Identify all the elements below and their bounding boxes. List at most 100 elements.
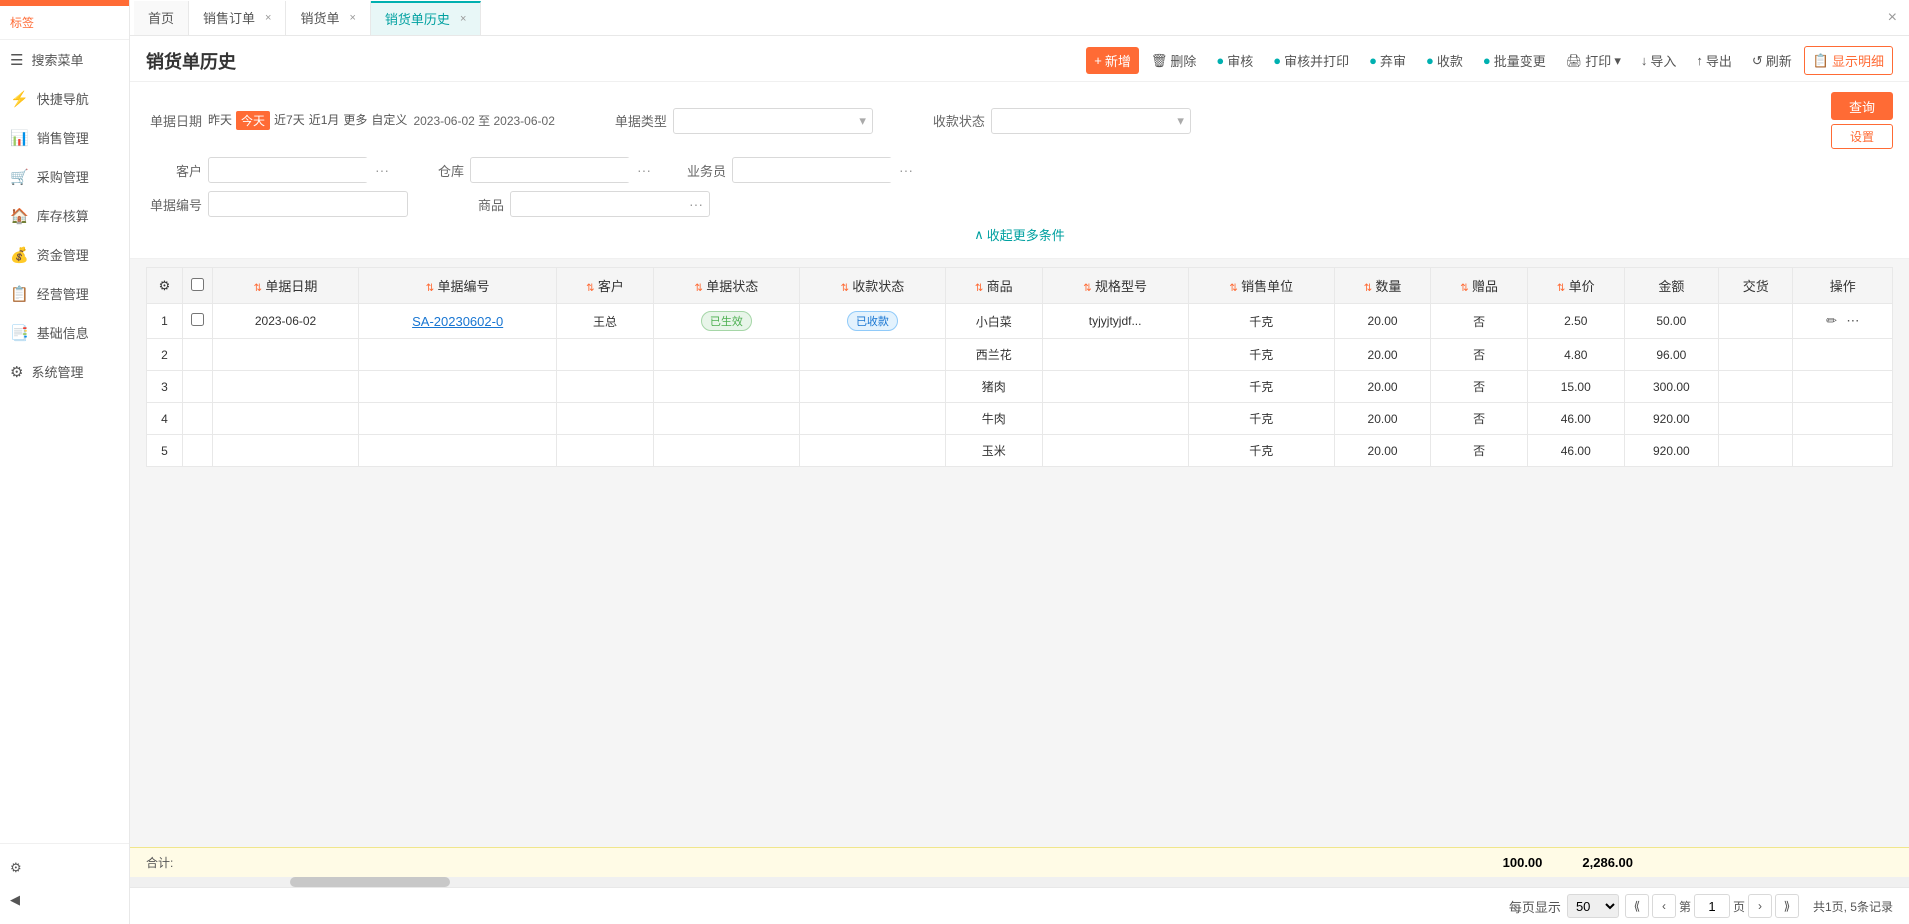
doc-type-input[interactable] [680,109,859,133]
cell-action [1793,435,1893,467]
sidebar-item-finance-mgmt[interactable]: 💰 资金管理 [0,235,129,274]
delete-button[interactable]: 🗑 删除 [1143,47,1205,74]
goods-search-icon[interactable]: ··· [689,196,703,212]
collapse-filter-btn[interactable]: ∧ 收起更多条件 [146,225,1893,244]
date-week[interactable]: 近7天 [274,111,305,130]
tab-sales-order-close[interactable]: × [265,12,271,24]
doc-no-link[interactable]: SA-20230602-0 [412,314,503,329]
tab-sales-order-label: 销售订单 [203,8,255,27]
col-gear[interactable]: ⚙ [147,268,183,304]
date-today[interactable]: 今天 [236,111,270,130]
sidebar-item-label: 快捷导航 [37,89,89,108]
tab-sales-delivery-close[interactable]: × [349,12,355,24]
doc-type-label: 单据类型 [611,111,667,130]
sidebar-item-inventory[interactable]: 🏠 库存核算 [0,196,129,235]
doc-no-input[interactable] [208,191,408,217]
sidebar-item-sys-mgmt[interactable]: ⚙ 系统管理 [0,352,129,391]
goods-input[interactable] [517,192,689,216]
date-month[interactable]: 近1月 [309,111,340,130]
row-checkbox[interactable] [183,403,213,435]
batch-change-button[interactable]: ● 批量变更 [1475,47,1554,74]
discard-button[interactable]: ● 弃审 [1361,47,1414,74]
sidebar-item-quick-nav[interactable]: ⚡ 快捷导航 [0,79,129,118]
cell-collect-status: 已收款 [799,304,945,339]
col-doc-status[interactable]: ⇅ 单据状态 [653,268,799,304]
sidebar-item-purchase-mgmt[interactable]: 🛒 采购管理 [0,157,129,196]
tab-sales-history-close[interactable]: × [460,13,466,25]
col-qty[interactable]: ⇅ 数量 [1334,268,1431,304]
cell-doc-no[interactable]: SA-20230602-0 [359,304,557,339]
export-button[interactable]: ↑ 导出 [1688,47,1740,74]
select-all-checkbox[interactable] [191,278,204,291]
collect-status-input[interactable] [998,109,1177,133]
row-select-checkbox[interactable] [191,313,204,326]
col-unit-price[interactable]: ⇅ 单价 [1527,268,1624,304]
tab-sales-delivery[interactable]: 销货单 × [286,1,370,35]
date-yesterday[interactable]: 昨天 [208,111,232,130]
col-spec[interactable]: ⇅ 规格型号 [1042,268,1188,304]
date-more[interactable]: 更多 [343,111,367,130]
scrollbar-thumb[interactable] [290,877,450,887]
tab-sales-history[interactable]: 销货单历史 × [371,1,481,35]
staff-search-icon[interactable]: ··· [899,162,913,178]
more-action-icon[interactable]: ⋯ [1846,313,1859,328]
batch-change-icon: ● [1483,53,1491,68]
col-gift[interactable]: ⇅ 赠品 [1431,268,1528,304]
query-button[interactable]: 查询 [1831,92,1893,120]
tab-home[interactable]: 首页 [134,1,189,35]
new-icon: + [1094,53,1102,68]
audit-print-button[interactable]: ● 审核并打印 [1265,47,1357,74]
audit-button[interactable]: ● 审核 [1208,47,1261,74]
collect-status-dropdown-icon[interactable]: ▾ [1177,113,1184,129]
row-checkbox[interactable] [183,435,213,467]
cell-unit-price: 4.80 [1527,339,1624,371]
tab-bar-close-all[interactable]: × [1888,9,1905,27]
tab-sales-order[interactable]: 销售订单 × [189,1,286,35]
col-customer[interactable]: ⇅ 客户 [557,268,654,304]
page-first-btn[interactable]: ⟪ [1625,894,1649,918]
collect-button[interactable]: ● 收款 [1418,47,1471,74]
col-collect-status[interactable]: ⇅ 收款状态 [799,268,945,304]
sidebar-bottom-gear[interactable]: ⚙ [0,852,129,884]
row-checkbox[interactable] [183,304,213,339]
doc-type-dropdown-icon[interactable]: ▾ [859,113,866,129]
import-button[interactable]: ↓ 导入 [1633,47,1685,74]
customer-input[interactable] [215,158,375,182]
row-checkbox[interactable] [183,371,213,403]
col-action: 操作 [1793,268,1893,304]
customer-search-icon[interactable]: ··· [375,162,389,178]
cell-amount: 920.00 [1624,403,1719,435]
row-checkbox[interactable] [183,339,213,371]
sort-icon: ⇅ [694,283,702,294]
page-last-btn[interactable]: ⟫ [1775,894,1799,918]
staff-input[interactable] [739,158,899,182]
sidebar-item-search-menu[interactable]: ☰ 搜索菜单 [0,40,129,79]
col-goods[interactable]: ⇅ 商品 [945,268,1042,304]
per-page-select[interactable]: 50 100 200 [1567,894,1619,918]
col-unit[interactable]: ⇅ 销售单位 [1188,268,1334,304]
page-number-input[interactable] [1694,894,1730,918]
date-custom[interactable]: 自定义 [371,111,407,130]
col-doc-no[interactable]: ⇅ 单据编号 [359,268,557,304]
warehouse-input[interactable] [477,158,637,182]
filter-setting-button[interactable]: 设置 [1831,124,1893,149]
horizontal-scrollbar[interactable] [130,877,1909,887]
edit-icon[interactable]: ✏ [1826,313,1837,328]
new-button[interactable]: + 新增 [1086,47,1139,74]
col-doc-date[interactable]: ⇅ 单据日期 [213,268,359,304]
refresh-button[interactable]: ↺ 刷新 [1744,47,1800,74]
table-settings-icon[interactable]: ⚙ [159,278,171,293]
page-prev-btn[interactable]: ‹ [1652,894,1676,918]
discard-icon: ● [1369,53,1377,68]
page-next-btn[interactable]: › [1748,894,1772,918]
warehouse-search-icon[interactable]: ··· [637,162,651,178]
print-button[interactable]: 🖨 打印 ▾ [1558,47,1629,74]
show-detail-button[interactable]: 📋 显示明细 [1804,46,1893,75]
sidebar-item-ops-mgmt[interactable]: 📋 经营管理 [0,274,129,313]
cell-doc-status [653,435,799,467]
sidebar-item-sales-mgmt[interactable]: 📊 销售管理 [0,118,129,157]
sidebar-item-base-info[interactable]: 📑 基础信息 [0,313,129,352]
cell-unit-price: 46.00 [1527,403,1624,435]
sidebar-collapse-btn[interactable]: ◀ [0,884,129,916]
row-num: 4 [147,403,183,435]
